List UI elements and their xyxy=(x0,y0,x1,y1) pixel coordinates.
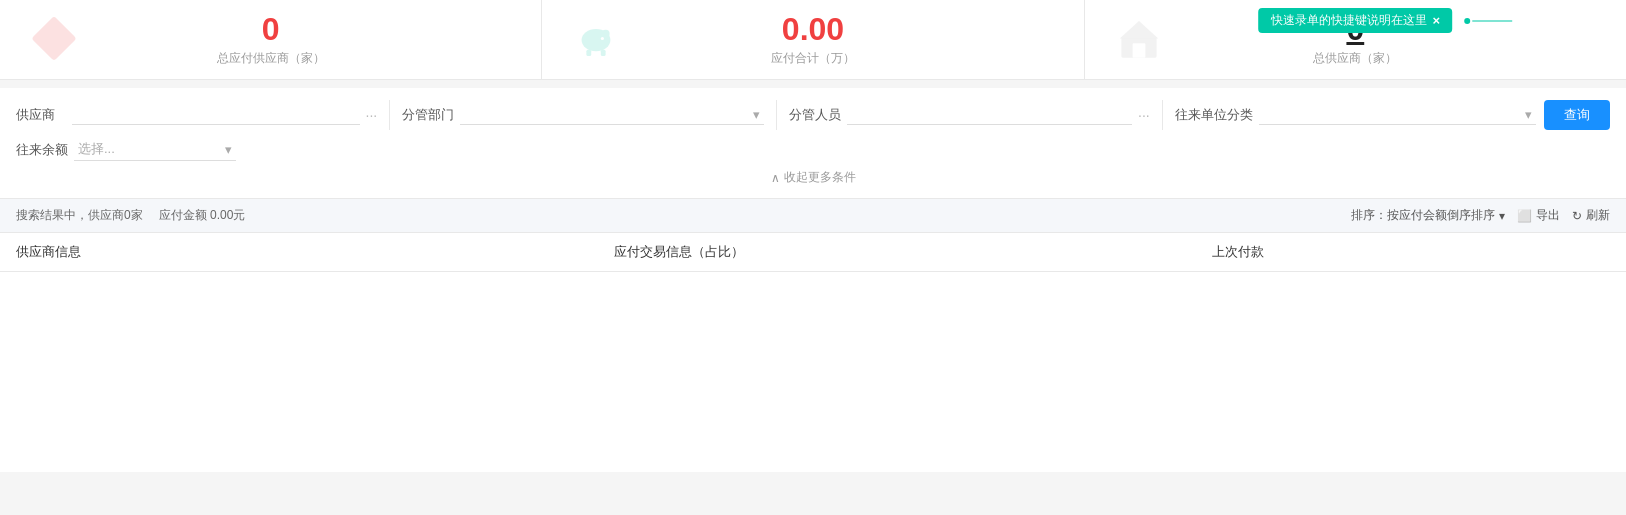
payable-total-label: 应付合计（万） xyxy=(771,50,855,67)
balance-placeholder: 选择... xyxy=(78,140,115,158)
svg-marker-8 xyxy=(1119,20,1157,38)
summary-bar: ¥ 0 总应付供应商（家） 0.00 应付合计（万） 快速录单的快捷键说明在这里… xyxy=(0,0,1626,80)
balance-label: 往来余额 xyxy=(16,141,68,159)
export-button[interactable]: ⬜ 导出 xyxy=(1517,207,1560,224)
summary-card-payable-suppliers: ¥ 0 总应付供应商（家） xyxy=(0,0,542,79)
th-transaction-label: 应付交易信息（占比） xyxy=(614,244,744,259)
refresh-button[interactable]: ↻ 刷新 xyxy=(1572,207,1610,224)
person-label: 分管人员 xyxy=(789,106,841,124)
results-left: 搜索结果中，供应商0家 应付金额 0.00元 xyxy=(16,207,245,224)
house-icon xyxy=(1115,14,1163,65)
results-right: 排序：按应付会额倒序排序 ▾ ⬜ 导出 ↻ 刷新 xyxy=(1351,207,1610,224)
results-summary: 搜索结果中，供应商0家 xyxy=(16,207,143,224)
svg-rect-9 xyxy=(1132,43,1145,57)
person-more-icon[interactable]: ··· xyxy=(1138,107,1150,123)
filter-row-2: 往来余额 选择... ▾ xyxy=(16,138,1610,161)
tooltip-connector-dot xyxy=(1462,16,1472,26)
tooltip-text: 快速录单的快捷键说明在这里 xyxy=(1271,12,1427,29)
th-last-payment-label: 上次付款 xyxy=(1212,244,1264,259)
collapse-label: 收起更多条件 xyxy=(784,169,856,186)
supplier-more-icon[interactable]: ··· xyxy=(366,107,378,123)
sort-label: 排序：按应付会额倒序排序 xyxy=(1351,207,1495,224)
tooltip-close[interactable]: × xyxy=(1433,13,1441,28)
filter-row-1: 供应商 ··· 分管部门 ▾ 分管人员 ··· 往来单位分类 ▾ xyxy=(16,100,1610,130)
svg-point-6 xyxy=(601,36,604,39)
svg-text:¥: ¥ xyxy=(50,30,58,45)
results-bar: 搜索结果中，供应商0家 应付金额 0.00元 排序：按应付会额倒序排序 ▾ ⬜ … xyxy=(0,199,1626,233)
unit-category-label: 往来单位分类 xyxy=(1175,106,1253,124)
filter-unit-category: 往来单位分类 ▾ xyxy=(1175,105,1536,125)
collapse-button[interactable]: ∧ 收起更多条件 xyxy=(771,169,856,186)
unit-category-select[interactable]: ▾ xyxy=(1259,105,1536,125)
payable-suppliers-label: 总应付供应商（家） xyxy=(217,50,325,67)
th-supplier-label: 供应商信息 xyxy=(16,244,81,259)
th-last-payment: 上次付款 xyxy=(1212,243,1611,261)
sort-chevron-icon: ▾ xyxy=(1499,209,1505,223)
svg-rect-4 xyxy=(587,49,592,55)
filter-balance: 往来余额 选择... ▾ xyxy=(16,138,236,161)
person-input[interactable] xyxy=(847,105,1133,125)
svg-point-3 xyxy=(602,29,610,37)
divider-1 xyxy=(389,100,390,130)
divider-3 xyxy=(1162,100,1163,130)
department-label: 分管部门 xyxy=(402,106,454,124)
total-suppliers-label: 总供应商（家） xyxy=(1313,50,1397,67)
piggy-icon xyxy=(572,14,620,65)
sort-button[interactable]: 排序：按应付会额倒序排序 ▾ xyxy=(1351,207,1505,224)
payable-suppliers-number: 0 xyxy=(262,12,280,47)
payable-total-number: 0.00 xyxy=(782,12,844,47)
unit-category-chevron-icon: ▾ xyxy=(1525,107,1532,122)
refresh-icon: ↻ xyxy=(1572,209,1582,223)
department-select[interactable]: ▾ xyxy=(460,105,763,125)
filter-person: 分管人员 ··· xyxy=(789,105,1150,125)
balance-select[interactable]: 选择... ▾ xyxy=(74,138,236,161)
table-body xyxy=(0,272,1626,472)
results-amount: 应付金额 0.00元 xyxy=(159,207,246,224)
filter-supplier: 供应商 ··· xyxy=(16,105,377,125)
export-label: 导出 xyxy=(1536,207,1560,224)
balance-chevron-icon: ▾ xyxy=(225,142,232,157)
supplier-label: 供应商 xyxy=(16,106,66,124)
filter-section: 供应商 ··· 分管部门 ▾ 分管人员 ··· 往来单位分类 ▾ xyxy=(0,88,1626,199)
shortcut-tooltip: 快速录单的快捷键说明在这里 × xyxy=(1259,8,1453,33)
collapse-row: ∧ 收起更多条件 xyxy=(16,169,1610,186)
summary-card-payable-total: 0.00 应付合计（万） xyxy=(542,0,1084,79)
table-header: 供应商信息 应付交易信息（占比） 上次付款 xyxy=(0,233,1626,272)
diamond-icon: ¥ xyxy=(30,14,78,65)
th-supplier: 供应商信息 xyxy=(16,243,614,261)
svg-rect-5 xyxy=(601,49,606,55)
export-icon: ⬜ xyxy=(1517,209,1532,223)
th-transaction: 应付交易信息（占比） xyxy=(614,243,1212,261)
supplier-input[interactable] xyxy=(72,105,360,125)
refresh-label: 刷新 xyxy=(1586,207,1610,224)
query-button[interactable]: 查询 xyxy=(1544,100,1610,130)
collapse-chevron-icon: ∧ xyxy=(771,171,780,185)
department-chevron-icon: ▾ xyxy=(753,107,760,122)
tooltip-connector-line xyxy=(1472,20,1512,21)
divider-2 xyxy=(776,100,777,130)
summary-card-total-suppliers: 快速录单的快捷键说明在这里 × 0 总供应商（家） xyxy=(1085,0,1626,79)
filter-department: 分管部门 ▾ xyxy=(402,105,763,125)
